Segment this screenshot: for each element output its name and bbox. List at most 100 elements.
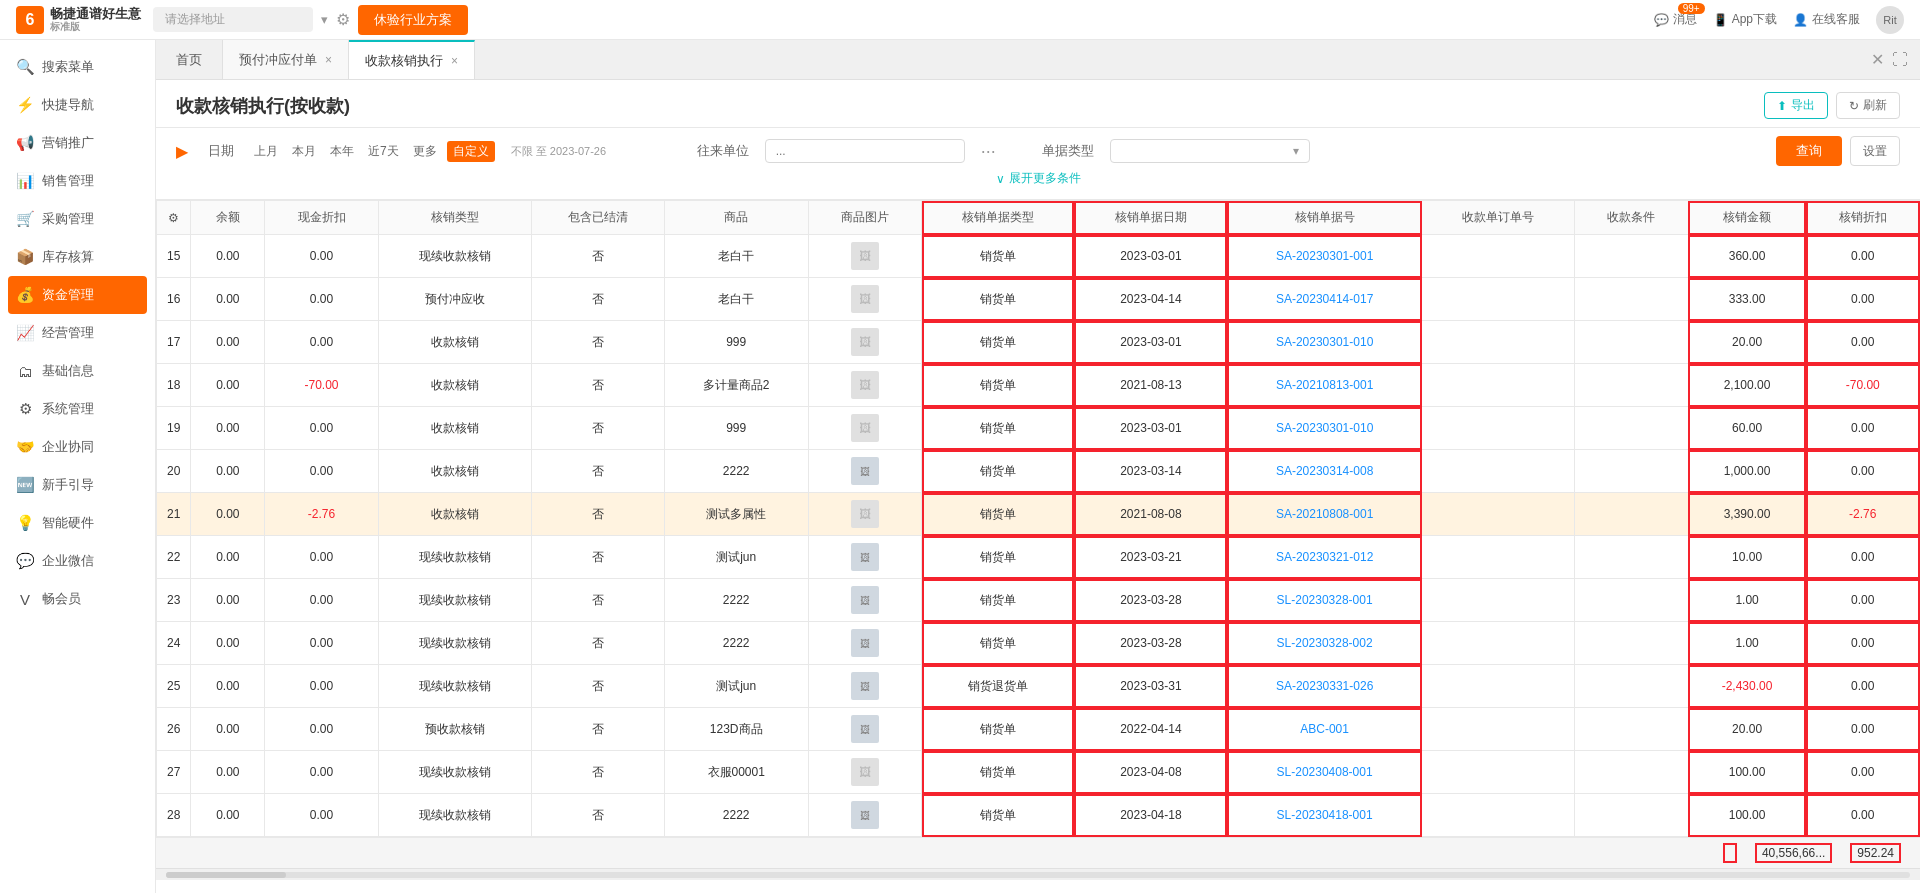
product-image: 🖼 xyxy=(851,672,879,700)
operations-icon: 📈 xyxy=(16,324,34,342)
date-btn-more[interactable]: 更多 xyxy=(409,141,441,162)
tab-verify[interactable]: 收款核销执行 × xyxy=(349,40,475,79)
voucher-type-select[interactable]: ▾ xyxy=(1110,139,1310,163)
sidebar-item-wechat[interactable]: 💬 企业微信 xyxy=(0,542,155,580)
cell-verify-doc-no[interactable]: SL-20230328-002 xyxy=(1227,622,1422,665)
sidebar-item-label: 新手引导 xyxy=(42,476,94,494)
sidebar-item-purchase[interactable]: 🛒 采购管理 xyxy=(0,200,155,238)
table-row: 26 0.00 0.00 预收款核销 否 123D商品 🖼 销货单 2022-0… xyxy=(157,708,1920,751)
cell-cash-discount: 0.00 xyxy=(265,665,378,708)
table-container[interactable]: ⚙ 余额 现金折扣 核销类型 包含已结清 商品 商品图片 核销单据类型 核销单据… xyxy=(156,200,1920,893)
cell-cash-discount: 0.00 xyxy=(265,235,378,278)
app-download-link[interactable]: 📱 App下载 xyxy=(1713,11,1777,28)
cell-verify-doc-type: 销货单 xyxy=(922,321,1075,364)
cell-row-num: 27 xyxy=(157,751,191,794)
cell-verify-type: 现续收款核销 xyxy=(378,579,531,622)
product-image: 🖼 xyxy=(851,629,879,657)
sidebar-item-system[interactable]: ⚙ 系统管理 xyxy=(0,390,155,428)
sidebar-item-smart-hw[interactable]: 💡 智能硬件 xyxy=(0,504,155,542)
partner-input[interactable] xyxy=(765,139,965,163)
sidebar-item-finance[interactable]: 💰 资金管理 xyxy=(8,276,147,314)
cell-verify-doc-no[interactable]: SA-20230331-026 xyxy=(1227,665,1422,708)
cell-product-img: 🖼 xyxy=(808,407,921,450)
notification-btn[interactable]: 💬 消息 99+ xyxy=(1654,11,1697,28)
scrollbar-thumb[interactable] xyxy=(166,872,286,878)
cell-verify-amount: 20.00 xyxy=(1688,321,1806,364)
settings-button[interactable]: 设置 xyxy=(1850,136,1900,166)
refresh-button[interactable]: ↻ 刷新 xyxy=(1836,92,1900,119)
cell-receipt-order-no xyxy=(1422,407,1575,450)
cell-receipt-order-no xyxy=(1422,708,1575,751)
sidebar-item-sales[interactable]: 📊 销售管理 xyxy=(0,162,155,200)
cell-row-num: 23 xyxy=(157,579,191,622)
sidebar-item-quick-nav[interactable]: ⚡ 快捷导航 xyxy=(0,86,155,124)
cell-product-img: 🖼 xyxy=(808,450,921,493)
cell-verify-type: 现续收款核销 xyxy=(378,794,531,837)
sidebar-item-label: 系统管理 xyxy=(42,400,94,418)
export-button[interactable]: ⬆ 导出 xyxy=(1764,92,1828,119)
notif-badge: 99+ xyxy=(1678,3,1705,14)
cell-verify-doc-no[interactable]: SA-20230321-012 xyxy=(1227,536,1422,579)
sidebar-item-basic-info[interactable]: 🗂 基础信息 xyxy=(0,352,155,390)
message-icon: 💬 xyxy=(1654,13,1669,27)
cell-product: 测试jun xyxy=(664,665,808,708)
tab-close-verify[interactable]: × xyxy=(451,54,458,68)
date-btn-7days[interactable]: 近7天 xyxy=(364,141,403,162)
date-btn-custom[interactable]: 自定义 xyxy=(447,141,495,162)
expand-conditions-btn[interactable]: ∨ 展开更多条件 xyxy=(996,170,1081,187)
date-btn-this-year[interactable]: 本年 xyxy=(326,141,358,162)
sidebar-item-marketing[interactable]: 📢 营销推广 xyxy=(0,124,155,162)
system-icon: ⚙ xyxy=(16,400,34,418)
query-button[interactable]: 查询 xyxy=(1776,136,1842,166)
close-tab-icon[interactable]: ✕ xyxy=(1871,50,1884,69)
table-row: 28 0.00 0.00 现续收款核销 否 2222 🖼 销货单 2023-04… xyxy=(157,794,1920,837)
maximize-icon[interactable]: ⛶ xyxy=(1892,51,1908,69)
col-settings[interactable]: ⚙ xyxy=(157,201,191,235)
gear-icon[interactable]: ⚙ xyxy=(336,10,350,29)
cell-verify-amount: 3,390.00 xyxy=(1688,493,1806,536)
user-avatar[interactable]: Rit xyxy=(1876,6,1904,34)
date-btn-last-month[interactable]: 上月 xyxy=(250,141,282,162)
cell-verify-doc-no[interactable]: SA-20210813-001 xyxy=(1227,364,1422,407)
sidebar-item-operations[interactable]: 📈 经营管理 xyxy=(0,314,155,352)
cell-cash-discount: -70.00 xyxy=(265,364,378,407)
sidebar-item-enterprise[interactable]: 🤝 企业协同 xyxy=(0,428,155,466)
sidebar-item-search[interactable]: 🔍 搜索菜单 xyxy=(0,48,155,86)
cell-verify-doc-no[interactable]: SA-20230301-001 xyxy=(1227,235,1422,278)
cell-verify-type: 现续收款核销 xyxy=(378,622,531,665)
tab-home[interactable]: 首页 xyxy=(156,40,223,79)
col-cash-discount: 现金折扣 xyxy=(265,201,378,235)
sidebar-item-newbie[interactable]: 🆕 新手引导 xyxy=(0,466,155,504)
date-btn-this-month[interactable]: 本月 xyxy=(288,141,320,162)
collapse-arrow-icon[interactable]: ▶ xyxy=(176,142,188,161)
sidebar-item-member[interactable]: V 畅会员 xyxy=(0,580,155,618)
cell-product: 2222 xyxy=(664,450,808,493)
cell-verify-doc-date: 2023-03-28 xyxy=(1074,579,1227,622)
horizontal-scrollbar[interactable] xyxy=(156,868,1920,880)
cell-verify-doc-no[interactable]: SA-20230414-017 xyxy=(1227,278,1422,321)
tab-bar: 首页 预付冲应付单 × 收款核销执行 × ✕ ⛶ xyxy=(156,40,1920,80)
cell-receipt-condition xyxy=(1575,708,1688,751)
cell-verify-doc-no[interactable]: SA-20210808-001 xyxy=(1227,493,1422,536)
online-service-link[interactable]: 👤 在线客服 xyxy=(1793,11,1860,28)
address-display[interactable]: 请选择地址 xyxy=(153,7,313,32)
cell-verify-doc-no[interactable]: SL-20230328-001 xyxy=(1227,579,1422,622)
cell-verify-doc-no[interactable]: SA-20230301-010 xyxy=(1227,321,1422,364)
cell-verify-doc-no[interactable]: SL-20230408-001 xyxy=(1227,751,1422,794)
tab-prepay[interactable]: 预付冲应付单 × xyxy=(223,40,349,79)
cell-verify-doc-no[interactable]: SA-20230314-008 xyxy=(1227,450,1422,493)
main-content: 首页 预付冲应付单 × 收款核销执行 × ✕ ⛶ 收款核销执行(按收款) ⬆ 导… xyxy=(156,40,1920,893)
cell-receipt-order-no xyxy=(1422,278,1575,321)
cell-verify-doc-no[interactable]: SA-20230301-010 xyxy=(1227,407,1422,450)
cell-included: 否 xyxy=(531,751,664,794)
col-verify-doc-no: 核销单据号 xyxy=(1227,201,1422,235)
sidebar-item-inventory[interactable]: 📦 库存核算 xyxy=(0,238,155,276)
cell-product: 999 xyxy=(664,321,808,364)
industry-btn[interactable]: 休验行业方案 xyxy=(358,5,468,35)
cell-verify-doc-date: 2023-03-21 xyxy=(1074,536,1227,579)
ellipsis-icon[interactable]: ··· xyxy=(981,141,996,162)
tab-close-prepay[interactable]: × xyxy=(325,53,332,67)
cell-cash-discount: 0.00 xyxy=(265,278,378,321)
cell-verify-doc-no[interactable]: ABC-001 xyxy=(1227,708,1422,751)
cell-verify-doc-no[interactable]: SL-20230418-001 xyxy=(1227,794,1422,837)
